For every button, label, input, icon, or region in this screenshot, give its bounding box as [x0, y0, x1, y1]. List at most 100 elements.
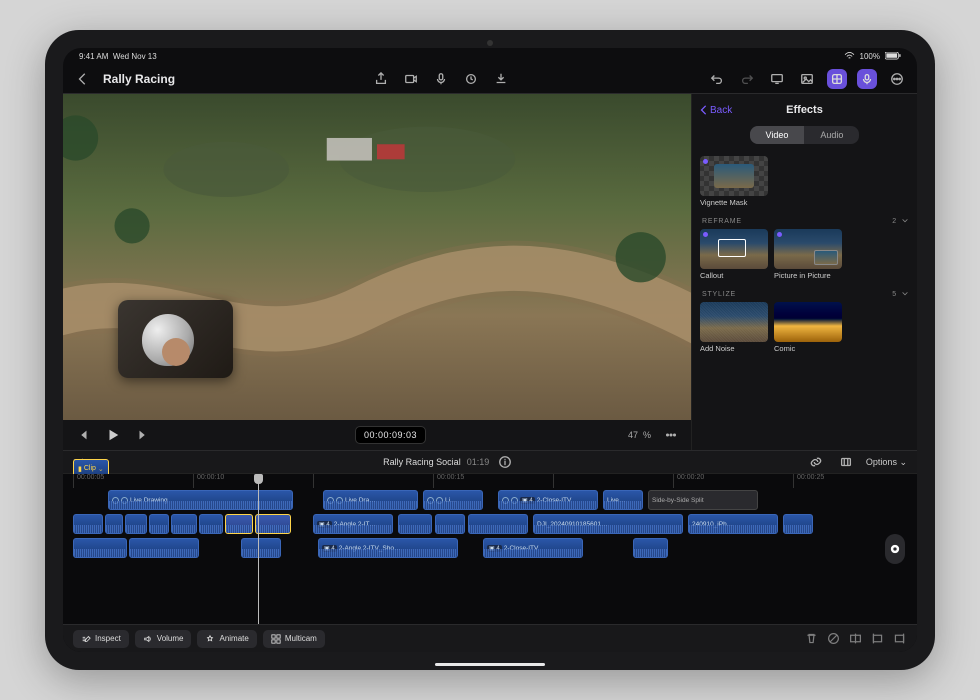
battery-icon — [885, 52, 901, 60]
import-icon[interactable] — [491, 69, 511, 89]
track-row[interactable]: ▣ 42-Angle 2-IT… DJI_20240910185601…24091… — [73, 514, 907, 536]
mic-icon[interactable] — [431, 69, 451, 89]
timeline-clip[interactable]: Live… — [603, 490, 643, 510]
viewer-more-icon[interactable] — [661, 425, 681, 445]
timeline-clip[interactable]: ▣ 42-Angle 2-ITV_Sho… — [318, 538, 458, 558]
timeline-duration: 01:19 — [467, 457, 490, 467]
effect-callout[interactable]: Callout — [700, 229, 768, 280]
timeline-clip[interactable] — [435, 514, 465, 534]
trim-start-icon[interactable] — [869, 631, 885, 647]
effect-add-noise[interactable]: Add Noise — [700, 302, 768, 353]
timeline-clip[interactable]: Side-by-Side Split — [648, 490, 758, 510]
options-button[interactable]: Options ⌄ — [866, 457, 907, 468]
zoom-value: 47 % — [628, 430, 651, 440]
timeline-clip[interactable] — [125, 514, 147, 534]
track-row[interactable]: Live Drawing Live Dra…Li… ▣ 42-Close-ITVLi… — [73, 490, 907, 512]
app-screen: 9:41 AM Wed Nov 13 100% Rally Racing — [63, 48, 917, 652]
timeline-clip[interactable]: ▣ 42-Close-ITV — [498, 490, 598, 510]
play-icon[interactable] — [103, 425, 123, 445]
timeline-clip[interactable] — [241, 538, 281, 558]
effect-comic[interactable]: Comic — [774, 302, 842, 353]
link-icon[interactable] — [806, 452, 826, 472]
timeline-clip[interactable] — [149, 514, 169, 534]
camera-icon[interactable] — [401, 69, 421, 89]
prev-frame-icon[interactable] — [73, 425, 93, 445]
timeline-project-name: Rally Racing Social — [383, 457, 461, 467]
timecode-display[interactable]: 00:00:09:03 — [355, 426, 426, 444]
inspect-button[interactable]: Inspect — [73, 630, 129, 648]
viewer-column: 00:00:09:03 47 % — [63, 94, 692, 450]
share-icon[interactable] — [371, 69, 391, 89]
next-frame-icon[interactable] — [133, 425, 153, 445]
trash-icon[interactable] — [803, 631, 819, 647]
disable-icon[interactable] — [825, 631, 841, 647]
timeline-header: Select ▮ Clip ⌄ Rally Racing Social 01:1… — [63, 450, 917, 474]
timeline-clip[interactable] — [225, 514, 253, 534]
display-icon[interactable] — [767, 69, 787, 89]
ipad-frame: 9:41 AM Wed Nov 13 100% Rally Racing — [45, 30, 935, 670]
time-ruler[interactable]: 00:00:0500:00:1000:00:1500:00:2000:00:25 — [63, 474, 917, 488]
info-icon[interactable] — [495, 452, 515, 472]
status-left: 9:41 AM Wed Nov 13 — [79, 52, 157, 61]
timeline-clip[interactable]: Live Drawing — [108, 490, 293, 510]
timeline-clip[interactable] — [171, 514, 197, 534]
top-toolbar: Rally Racing — [63, 64, 917, 94]
effects-sidebar: Back Effects Video Audio Vignette Mask R… — [692, 94, 917, 450]
effects-back-button[interactable]: Back — [700, 105, 732, 116]
timeline-clip[interactable]: ▣ 42-Angle 2-IT… — [313, 514, 393, 534]
timeline-clip[interactable]: DJI_20240910185601… — [533, 514, 683, 534]
wifi-icon — [844, 52, 855, 60]
battery-text: 100% — [860, 52, 880, 61]
picture-in-picture-overlay[interactable] — [118, 300, 233, 378]
timeline-clip[interactable] — [398, 514, 432, 534]
multicam-button[interactable]: Multicam — [263, 630, 325, 648]
timeline-clip[interactable]: ▣ 42-Close-ITV — [483, 538, 583, 558]
marker-icon[interactable] — [461, 69, 481, 89]
timeline-clip[interactable] — [73, 514, 103, 534]
timeline-clip[interactable] — [633, 538, 668, 558]
jog-wheel[interactable] — [885, 534, 905, 564]
tab-audio[interactable]: Audio — [804, 126, 859, 144]
timeline-clip[interactable] — [255, 514, 291, 534]
undo-icon[interactable] — [707, 69, 727, 89]
status-right: 100% — [844, 52, 901, 61]
redo-icon[interactable] — [737, 69, 757, 89]
track-row[interactable]: ▣ 42-Angle 2-ITV_Sho… ▣ 42-Close-ITV — [73, 538, 907, 560]
timeline-clip[interactable] — [199, 514, 223, 534]
effects-title: Effects — [786, 104, 823, 116]
trim-end-icon[interactable] — [891, 631, 907, 647]
tab-video[interactable]: Video — [750, 126, 805, 144]
timeline-clip[interactable]: Live Dra… — [323, 490, 418, 510]
audio-panel-icon[interactable] — [857, 69, 877, 89]
project-title: Rally Racing — [103, 72, 175, 86]
timeline-clip[interactable] — [105, 514, 123, 534]
split-icon[interactable] — [847, 631, 863, 647]
photo-icon[interactable] — [797, 69, 817, 89]
snap-icon[interactable] — [836, 452, 856, 472]
main-split: 00:00:09:03 47 % Back Effects Video Audi… — [63, 94, 917, 450]
effects-panel-icon[interactable] — [827, 69, 847, 89]
bottom-toolbar: Inspect Volume Animate Multicam — [63, 624, 917, 652]
section-stylize[interactable]: STYLIZE 5 — [702, 290, 909, 298]
video-viewer[interactable] — [63, 94, 691, 420]
back-icon[interactable] — [73, 69, 93, 89]
effect-vignette-mask[interactable]: Vignette Mask — [700, 156, 768, 207]
effect-picture-in-picture[interactable]: Picture in Picture — [774, 229, 842, 280]
section-reframe[interactable]: REFRAME 2 — [702, 217, 909, 225]
animate-button[interactable]: Animate — [197, 630, 256, 648]
timeline-tracks[interactable]: Live DrawingLive Dra…Li…▣ 42-Close-ITVLi… — [63, 488, 917, 560]
more-icon[interactable] — [887, 69, 907, 89]
timeline-clip[interactable] — [783, 514, 813, 534]
timeline-clip[interactable] — [468, 514, 528, 534]
timeline-clip[interactable] — [73, 538, 127, 558]
effects-segmented[interactable]: Video Audio — [750, 126, 860, 144]
timeline-clip[interactable]: 240910_iPh… — [688, 514, 778, 534]
status-bar: 9:41 AM Wed Nov 13 100% — [63, 48, 917, 64]
playhead[interactable] — [258, 474, 259, 624]
timeline-clip[interactable] — [129, 538, 199, 558]
timeline-area[interactable]: 00:00:0500:00:1000:00:1500:00:2000:00:25… — [63, 474, 917, 624]
volume-button[interactable]: Volume — [135, 630, 192, 648]
timeline-clip[interactable]: Li… — [423, 490, 483, 510]
transport-bar: 00:00:09:03 47 % — [63, 420, 691, 450]
select-indicator[interactable]: Select ▮ Clip ⌄ — [73, 459, 92, 466]
